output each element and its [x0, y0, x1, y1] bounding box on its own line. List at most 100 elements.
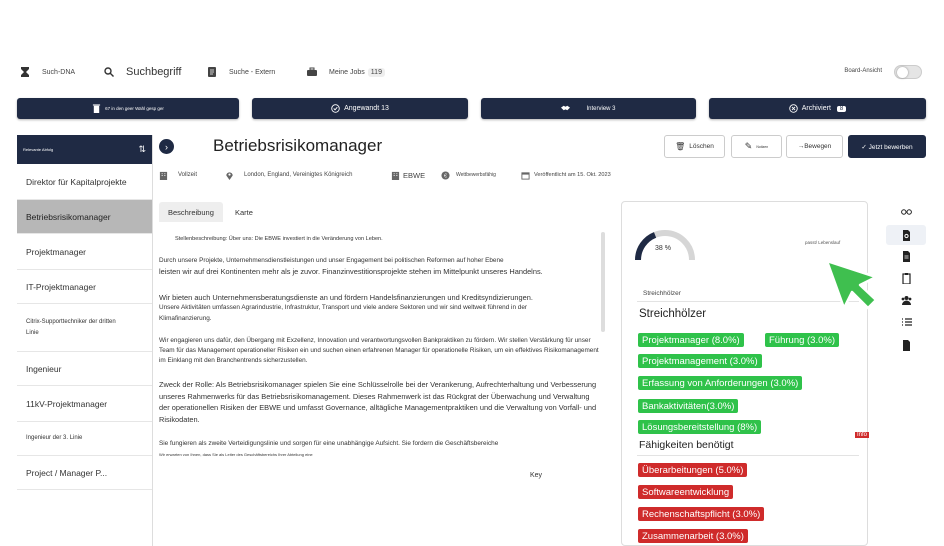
status-interview-button[interactable]: Interview 3 [481, 98, 696, 119]
check-circle-icon [331, 104, 340, 113]
job-list-item-label: Ingenieur [26, 363, 62, 374]
meta-type: Vollzeit [159, 168, 197, 182]
job-list-sort-label: Relevante Abfolg [23, 147, 54, 152]
meta-published: Veröffentlicht am 15. Okt. 2023 [521, 168, 611, 182]
meine-jobs-count: 119 [367, 67, 385, 77]
skill-match-chip: Führung (3.0%) [765, 333, 840, 347]
cursor-arrow-icon [825, 259, 878, 310]
tab-beschreibung[interactable]: Beschreibung [159, 202, 223, 222]
document-icon [208, 67, 216, 77]
skill-missing-chip: Rechenschaftspflicht (3.0%) [638, 507, 765, 521]
expand-button[interactable]: › [159, 139, 174, 154]
match-panel: 38 % passt/ Lebenslauf Streichhölzer Str… [621, 201, 868, 546]
meta-type-label: Vollzeit [178, 172, 198, 178]
building-icon [391, 171, 400, 180]
job-list-header[interactable]: Relevante Abfolg ⇅ [17, 135, 152, 164]
bewegen-button[interactable]: →Bewegen [786, 135, 843, 158]
match-percent: 38 % [655, 245, 671, 252]
job-list-item-active[interactable]: Betriebsrisikomanager [17, 200, 152, 234]
building-icon [159, 171, 168, 180]
such-dna-button[interactable]: Such-DNA [20, 58, 75, 86]
skill-match-chip: Erfassung von Anforderungen (3.0%) [638, 376, 803, 390]
suchbegriff-label: Suchbegriff [126, 66, 182, 78]
match-note: passt/ Lebenslauf [805, 240, 841, 245]
job-list-item[interactable]: Projektmanager [17, 234, 152, 270]
status-archiviert-count: 8 [836, 105, 847, 112]
close-circle-icon [789, 104, 798, 113]
tab-karte-label: Karte [235, 207, 253, 217]
notizen-label: Notizen [756, 144, 769, 149]
jetzt-bewerben-button[interactable]: ✓ Jetzt bewerben [848, 135, 926, 158]
skill-match-chip: Lösungsbereitstellung (8%) [638, 420, 762, 434]
description-scrollbar[interactable] [601, 232, 605, 332]
skill-missing-chip: Softwareentwicklung [638, 485, 734, 499]
match-gauge-fill [635, 232, 657, 261]
meta-salary-label: Wettbewerbsfähig [456, 172, 496, 178]
job-list-item[interactable]: Ingenieur der 3. Linie [17, 422, 152, 456]
sort-icon[interactable]: ⇅ [138, 144, 146, 155]
document-icon[interactable] [886, 246, 926, 266]
divider [637, 455, 859, 456]
skill-missing-chip: Zusammenarbeit (3.0%) [638, 529, 748, 543]
location-pin-icon [226, 171, 233, 180]
top-toolbar: Such-DNA Suchbegriff Suche - Extern Mein… [0, 58, 944, 86]
job-description: Stellenbeschreibung: Über uns: Die EBWE … [159, 226, 605, 546]
job-list-item-label: Ingenieur der 3. Linie [26, 435, 83, 441]
svg-text:€: € [444, 173, 447, 179]
meta-company-label: EBWE [403, 170, 426, 180]
meta-salary: € Wettbewerbsfähig [441, 168, 496, 182]
job-list: Relevante Abfolg ⇅ Direktor für Kapitalp… [17, 135, 153, 546]
jetzt-bewerben-label: ✓ Jetzt bewerben [861, 143, 913, 151]
calendar-icon [521, 171, 530, 180]
meine-jobs-button[interactable]: Meine Jobs 119 [307, 58, 385, 86]
job-list-item[interactable]: Citrix-Supporttechniker der dritten Lini… [17, 304, 152, 352]
status-gespeichert-button[interactable]: 67 in den geer Wahl gesp ger [17, 98, 239, 119]
job-list-item-label: Projektmanager [26, 246, 87, 257]
trash-icon [92, 104, 101, 113]
tab-karte[interactable]: Karte [226, 202, 262, 222]
loeschen-button[interactable]: 🗑 Löschen [664, 135, 725, 158]
coin-icon: € [441, 170, 450, 179]
search-icon [104, 67, 114, 77]
job-list-item[interactable]: IT-Projektmanager [17, 270, 152, 304]
job-list-item-label: 11kV-Projektmanager [26, 398, 108, 409]
glasses-icon[interactable] [886, 201, 926, 221]
job-list-item-label: Citrix-Supporttechniker der dritten Lini… [26, 318, 116, 336]
notizen-button[interactable]: ✎ Notizen [731, 135, 782, 158]
meta-published-label: Veröffentlicht am 15. Okt. 2023 [534, 172, 611, 178]
suche-extern-label: Suche - Extern [229, 68, 276, 76]
job-list-item[interactable]: Ingenieur [17, 352, 152, 386]
users-icon[interactable] [886, 290, 926, 310]
loeschen-label: Löschen [689, 143, 714, 150]
board-ansicht-toggle[interactable] [894, 65, 922, 79]
job-list-item-label: Betriebsrisikomanager [26, 211, 111, 222]
document-search-icon[interactable] [886, 225, 926, 245]
chevron-right-icon: › [165, 141, 168, 152]
suche-extern-button[interactable]: Suche - Extern [207, 58, 275, 86]
board-ansicht-label: Board-Ansicht [844, 68, 882, 74]
needed-title: Fähigkeiten benötigt [639, 439, 734, 451]
status-angewandt-button[interactable]: Angewandt 13 [252, 98, 468, 119]
trash-icon: 🗑 [675, 142, 686, 151]
meta-company: EBWE [391, 168, 425, 182]
meine-jobs-label: Meine Jobs [329, 68, 365, 76]
pencil-icon: ✎ [744, 141, 753, 151]
info-tag: Info [855, 432, 870, 438]
description-paragraph: Wir engagieren uns dafür, den Übergang m… [159, 336, 599, 365]
list-icon[interactable] [886, 312, 926, 332]
status-archiviert-button[interactable]: Archiviert 8 [709, 98, 926, 119]
description-paragraph: Wir erwarten von Ihnen, dass Sie als Lei… [159, 451, 313, 457]
streich-title: Streichhölzer [639, 308, 707, 320]
clipboard-icon[interactable] [886, 268, 926, 288]
job-list-item[interactable]: Direktor für Kapitalprojekte [17, 164, 152, 200]
suchbegriff-button[interactable]: Suchbegriff [104, 58, 181, 86]
skill-match-chip: Bankaktivitäten(3.0%) [638, 399, 739, 413]
page-title: Betriebsrisikomanager [213, 136, 383, 155]
job-list-item-label: IT-Projektmanager [26, 281, 96, 292]
file-icon[interactable] [886, 335, 926, 355]
job-list-item[interactable]: Project / Manager P... [17, 456, 152, 490]
meta-location: London, England, Vereinigtes Königreich [225, 168, 352, 182]
status-gespeichert-label: 67 in den geer Wahl gesp ger [105, 106, 164, 111]
job-list-item[interactable]: 11kV-Projektmanager [17, 386, 152, 422]
job-list-item-label: Project / Manager P... [26, 467, 108, 478]
